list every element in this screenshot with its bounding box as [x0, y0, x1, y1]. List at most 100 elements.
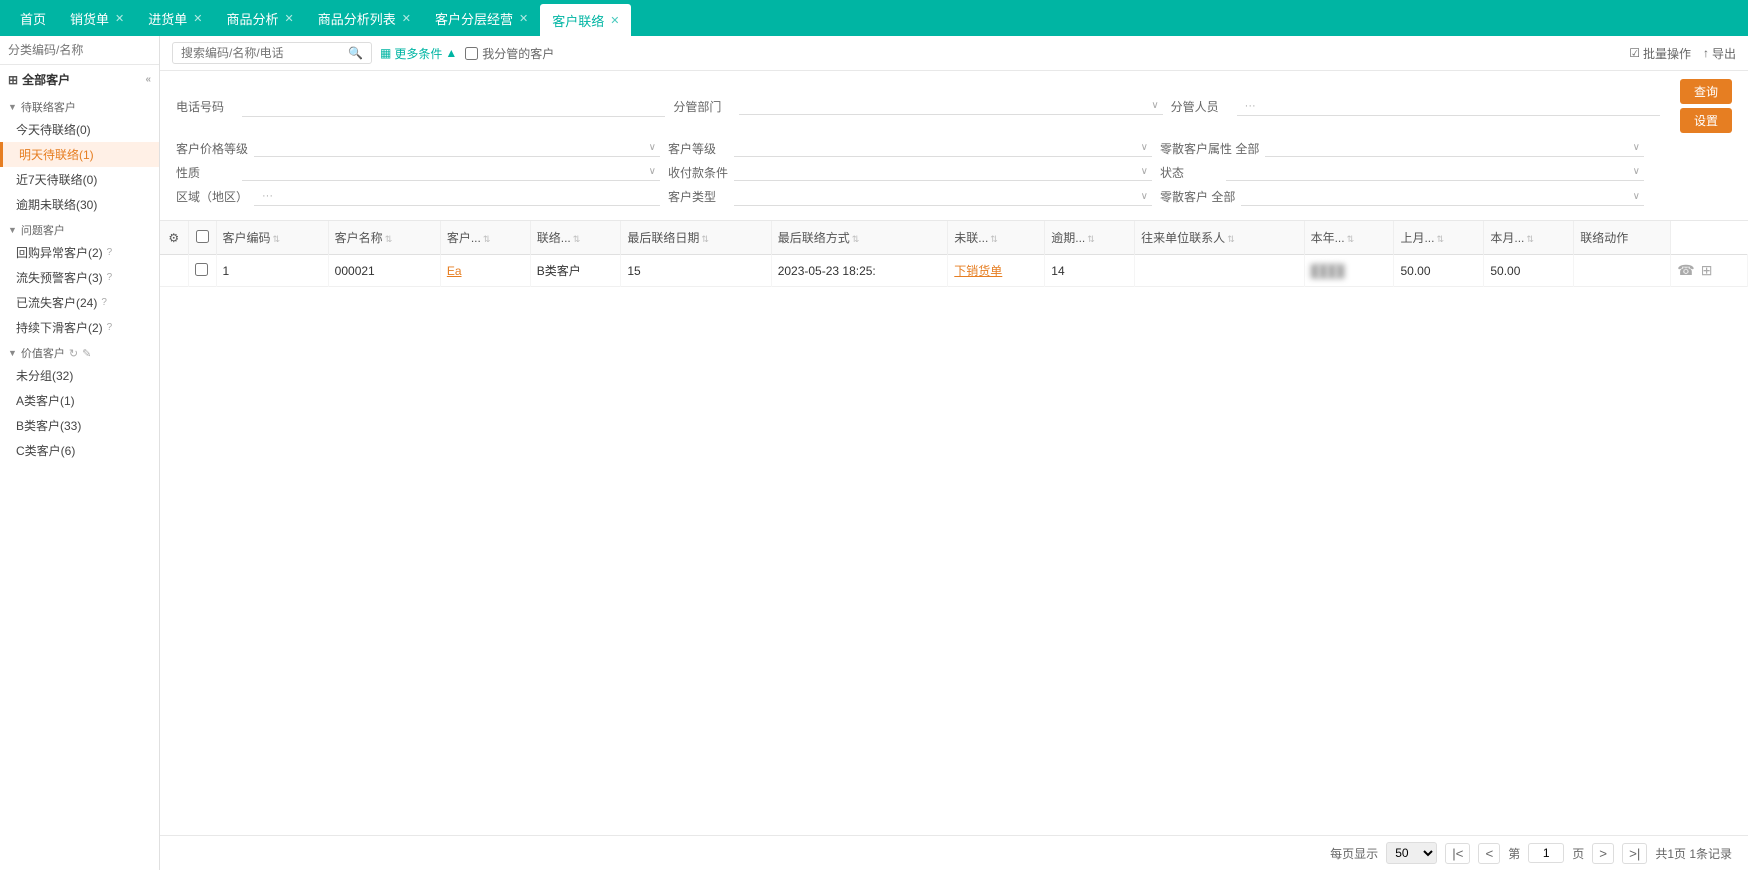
sidebar-item-7days[interactable]: 近7天待联络(0) — [0, 167, 159, 192]
sidebar-item-overdue[interactable]: 逾期未联络(30) — [0, 192, 159, 217]
th-overdue[interactable]: 逾期...⇅ — [1045, 221, 1135, 255]
filter-cell-retail-attr: 零散客户属性 全部 ∨ — [1160, 139, 1644, 157]
first-page-btn[interactable]: |< — [1445, 843, 1470, 864]
row-select-checkbox[interactable] — [195, 263, 208, 276]
th-settings[interactable]: ⚙ — [160, 221, 188, 255]
last-page-btn[interactable]: >| — [1622, 843, 1647, 864]
filter-cell-retail-customer: 零散客户 全部 ∨ — [1160, 188, 1644, 206]
group-label-value[interactable]: ▼ 价值客户 ↻ ✎ — [0, 340, 159, 363]
sidebar-item-ungrouped[interactable]: 未分组(32) — [0, 363, 159, 388]
sidebar-item-declining[interactable]: 持续下滑客户(2) ? — [0, 315, 159, 340]
per-page-select[interactable]: 50 100 200 — [1386, 842, 1437, 864]
search-input[interactable] — [181, 46, 344, 60]
row-actions: ☎ ⊞ — [1671, 255, 1748, 287]
action-phone-icon[interactable]: ☎ — [1677, 262, 1694, 279]
price-level-label: 客户价格等级 — [176, 140, 248, 157]
group-label-pending[interactable]: ▼ 待联络客户 — [0, 94, 159, 117]
sidebar-item-tomorrow[interactable]: 明天待联络(1) — [0, 142, 159, 167]
help-icon-4[interactable]: ? — [107, 322, 113, 333]
row-last-method[interactable]: 下销货单 — [948, 255, 1045, 287]
more-dots-person[interactable]: ··· — [1245, 100, 1256, 112]
search-icon[interactable]: 🔍 — [348, 46, 363, 60]
prev-page-btn[interactable]: < — [1478, 843, 1500, 864]
th-this-year[interactable]: 本年...⇅ — [1304, 221, 1394, 255]
chevron-price-level: ∨ — [649, 142, 656, 153]
retail-customer-select[interactable]: ∨ — [1241, 188, 1644, 206]
query-button[interactable]: 查询 — [1680, 79, 1732, 104]
sidebar-search-input[interactable] — [8, 43, 160, 57]
close-product-analysis-icon[interactable]: ✕ — [285, 12, 294, 25]
filter-cell-nature: 性质 ∨ — [176, 163, 660, 181]
row-index: 1 — [216, 255, 328, 287]
th-last-date[interactable]: 最后联络日期⇅ — [621, 221, 771, 255]
th-contact-person[interactable]: 往来单位联系人⇅ — [1135, 221, 1304, 255]
nav-item-product-list[interactable]: 商品分析列表 ✕ — [306, 0, 423, 36]
nav-item-customer-contact[interactable]: 客户联络 ✕ — [540, 4, 631, 36]
filter-cell-status: 状态 ∨ — [1160, 163, 1644, 181]
close-sales-icon[interactable]: ✕ — [115, 12, 124, 25]
person-select[interactable]: ··· — [1237, 97, 1660, 116]
payment-select[interactable]: ∨ — [734, 163, 1152, 181]
batch-op-btn[interactable]: ☑ 批量操作 — [1629, 45, 1691, 62]
collapse-icon[interactable]: « — [145, 74, 151, 85]
sidebar-item-class-a[interactable]: A类客户(1) — [0, 388, 159, 413]
chevron-retail-attr: ∨ — [1633, 142, 1640, 153]
th-contact-count[interactable]: 联络...⇅ — [530, 221, 621, 255]
all-customers-header[interactable]: ⊞ 全部客户 « — [0, 65, 159, 94]
phone-input[interactable] — [242, 96, 665, 117]
th-code[interactable]: 客户编码⇅ — [216, 221, 328, 255]
help-icon-1[interactable]: ? — [107, 247, 113, 258]
customer-level-select[interactable]: ∨ — [734, 139, 1152, 157]
nav-item-purchase[interactable]: 进货单 ✕ — [136, 0, 214, 36]
nav-item-product-analysis[interactable]: 商品分析 ✕ — [214, 0, 305, 36]
select-all-checkbox[interactable] — [196, 230, 209, 243]
status-select[interactable]: ∨ — [1226, 163, 1644, 181]
nature-select[interactable]: ∨ — [242, 163, 660, 181]
th-last-method[interactable]: 最后联络方式⇅ — [771, 221, 948, 255]
retail-attr-label: 零散客户属性 全部 — [1160, 140, 1259, 157]
price-level-select[interactable]: ∨ — [254, 139, 660, 157]
customer-type-select[interactable]: ∨ — [734, 188, 1152, 206]
nav-item-sales[interactable]: 销货单 ✕ — [58, 0, 136, 36]
sidebar-item-churned[interactable]: 已流失客户(24) ? — [0, 290, 159, 315]
my-customer-checkbox[interactable] — [465, 47, 478, 60]
close-customer-contact-icon[interactable]: ✕ — [610, 14, 619, 27]
chevron-nature: ∨ — [649, 166, 656, 177]
my-customer-checkbox-label[interactable]: 我分管的客户 — [465, 45, 554, 62]
help-icon-2[interactable]: ? — [107, 272, 113, 283]
help-icon-3[interactable]: ? — [101, 297, 107, 308]
th-last-month[interactable]: 上月...⇅ — [1394, 221, 1484, 255]
th-this-month[interactable]: 本月...⇅ — [1484, 221, 1574, 255]
edit-icon[interactable]: ✎ — [82, 347, 91, 360]
nav-item-home[interactable]: 首页 — [8, 0, 58, 36]
sidebar-item-today[interactable]: 今天待联络(0) — [0, 117, 159, 142]
close-product-list-icon[interactable]: ✕ — [402, 12, 411, 25]
dept-select[interactable]: ∨ — [739, 97, 1162, 115]
sidebar-item-class-b[interactable]: B类客户(33) — [0, 413, 159, 438]
filter-more-btn[interactable]: ▦ 更多条件 ▲ — [380, 45, 457, 62]
settings-button[interactable]: 设置 — [1680, 108, 1732, 133]
th-unlisted[interactable]: 未联...⇅ — [948, 221, 1045, 255]
more-dots-region[interactable]: ··· — [262, 190, 273, 202]
page-input[interactable] — [1528, 843, 1564, 863]
sidebar-item-class-c[interactable]: C类客户(6) — [0, 438, 159, 463]
filter-actions: 查询 设置 — [1680, 79, 1732, 133]
group-label-problem[interactable]: ▼ 问题客户 — [0, 217, 159, 240]
next-page-btn[interactable]: > — [1592, 843, 1614, 864]
close-customer-tier-icon[interactable]: ✕ — [519, 12, 528, 25]
region-select[interactable]: ··· — [254, 187, 660, 206]
th-name[interactable]: 客户名称⇅ — [328, 221, 440, 255]
status-label: 状态 — [1160, 164, 1220, 181]
th-type[interactable]: 客户...⇅ — [440, 221, 530, 255]
row-unlisted: 14 — [1045, 255, 1135, 287]
close-purchase-icon[interactable]: ✕ — [193, 12, 202, 25]
chevron-customer-type: ∨ — [1141, 191, 1148, 202]
nav-item-customer-tier[interactable]: 客户分层经营 ✕ — [423, 0, 540, 36]
retail-attr-select[interactable]: ∨ — [1265, 139, 1644, 157]
sidebar-item-repurchase-abnormal[interactable]: 回购异常客户(2) ? — [0, 240, 159, 265]
action-grid-icon[interactable]: ⊞ — [1701, 262, 1713, 279]
row-name[interactable]: Ea — [440, 255, 530, 287]
sidebar-item-churn-warning[interactable]: 流失预警客户(3) ? — [0, 265, 159, 290]
export-btn[interactable]: ↑ 导出 — [1703, 45, 1736, 62]
refresh-icon[interactable]: ↻ — [69, 347, 78, 360]
